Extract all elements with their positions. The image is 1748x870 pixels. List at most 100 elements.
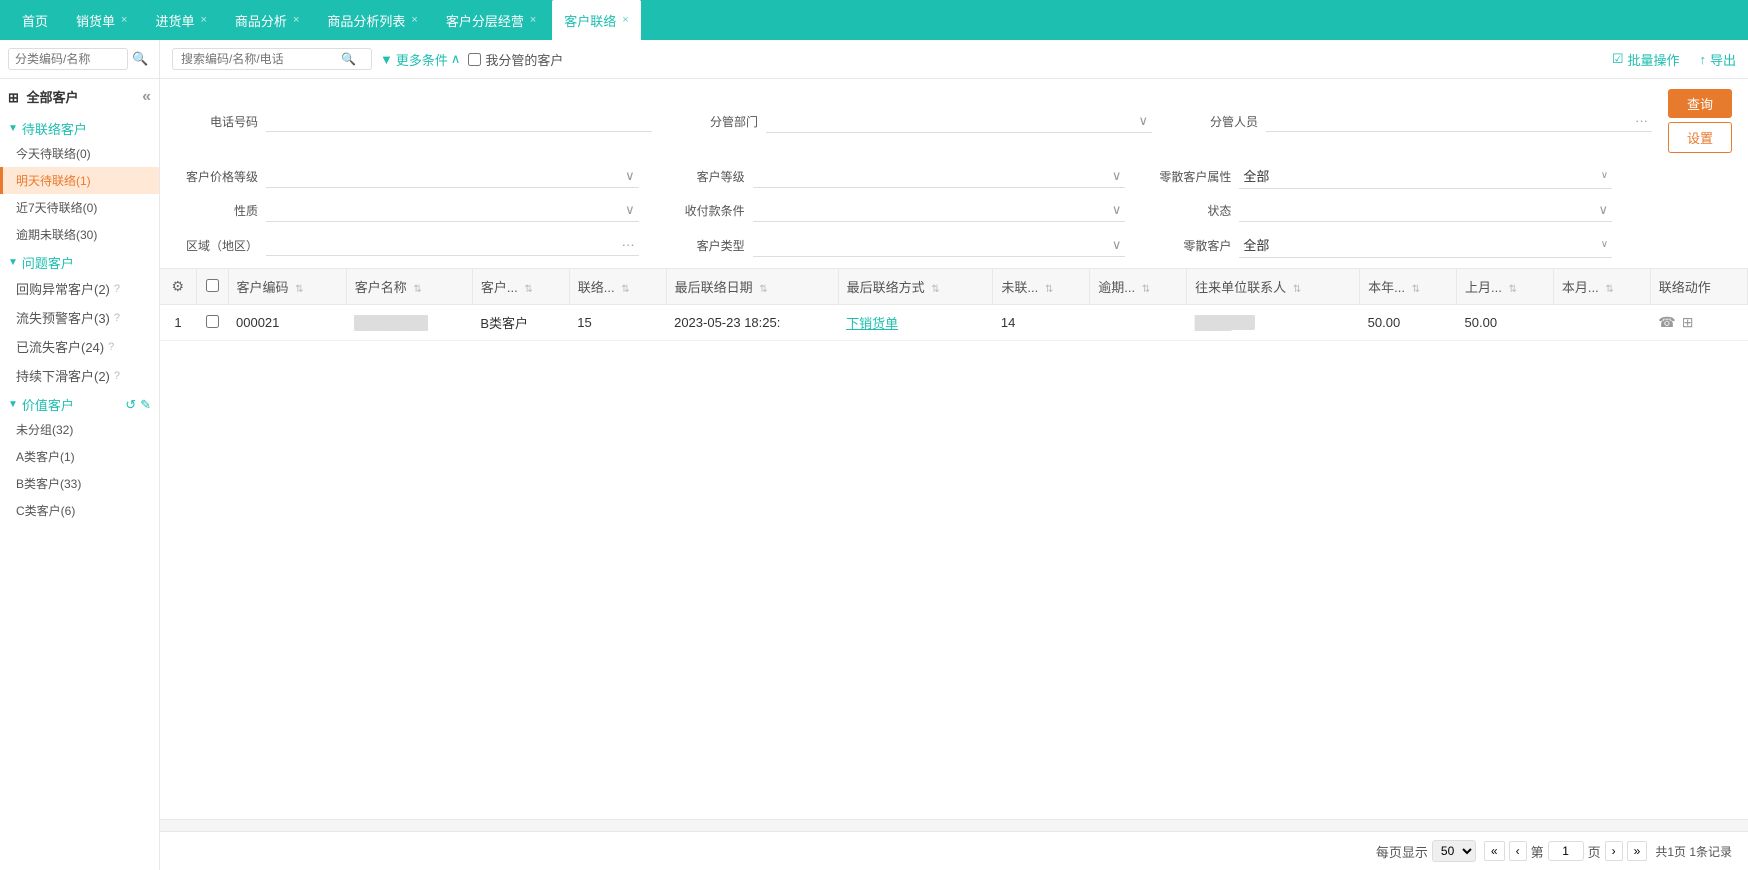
sidebar-item-value-未分组(32)[interactable]: 未分组(32) [0,416,159,443]
close-icon[interactable]: × [622,14,628,26]
status-select[interactable]: ∨ [1239,199,1612,222]
sidebar-search-input[interactable] [8,48,128,70]
sort-icon-person[interactable]: ⇅ [1293,284,1301,295]
retail-attr-select[interactable]: 全部 ∨ [1239,163,1612,189]
phone-input[interactable] [266,111,652,132]
sidebar-item-value-A类客户(1)[interactable]: A类客户(1) [0,443,159,470]
nav-item-商品分析列表[interactable]: 商品分析列表× [315,0,429,40]
first-page-btn[interactable]: « [1484,841,1505,861]
phone-label: 电话号码 [176,113,266,130]
sort-icon-year[interactable]: ⇅ [1412,284,1420,295]
sort-icon-code[interactable]: ⇅ [295,284,303,295]
close-icon[interactable]: × [411,14,417,26]
sort-icon-overdue[interactable]: ⇅ [1142,284,1150,295]
per-page-select[interactable]: 50 [1432,840,1476,862]
close-icon[interactable]: × [293,14,299,26]
customer-level-select[interactable]: ∨ [753,165,1126,188]
refresh-icon[interactable]: ↺ [125,397,136,413]
sidebar-search-icon[interactable]: 🔍 [132,51,148,67]
sort-icon-type[interactable]: ⇅ [524,284,532,295]
payment-select[interactable]: ∨ [753,199,1126,222]
main-table: ⚙ 客户编码 ⇅ 客户名称 ⇅ [160,269,1748,341]
prev-page-btn[interactable]: ‹ [1509,841,1527,861]
query-button[interactable]: 查询 [1668,89,1732,118]
sidebar-item-pending-今天待联络(0)[interactable]: 今天待联络(0) [0,140,159,167]
filter-btn[interactable]: ▼ 更多条件 ∧ [380,50,460,69]
select-all-checkbox[interactable] [206,279,219,292]
price-level-select[interactable]: ∨ [266,165,639,188]
nav-item-客户联络[interactable]: 客户联络× [552,0,640,40]
status-label: 状态 [1149,202,1239,219]
sort-icon-name[interactable]: ⇅ [413,284,421,295]
cell-type: B类客户 [472,305,569,341]
retail-select[interactable]: 全部 ∨ [1239,232,1612,258]
sidebar-search-area: 🔍 [0,40,159,79]
last-page-btn[interactable]: » [1627,841,1648,861]
arrow-icon: ▼ [8,257,18,268]
sidebar-item-pending-近7天待联络(0)[interactable]: 近7天待联络(0) [0,194,159,221]
search-icon[interactable]: 🔍 [341,52,356,66]
page-input[interactable] [1548,841,1584,861]
reset-button[interactable]: 设置 [1668,122,1732,153]
bottom-scrollbar[interactable] [160,819,1748,831]
table-head: ⚙ 客户编码 ⇅ 客户名称 ⇅ [160,269,1748,305]
sidebar-item-value-C类客户(6)[interactable]: C类客户(6) [0,497,159,524]
nav-item-客户分层经营[interactable]: 客户分层经营× [434,0,548,40]
close-icon[interactable]: × [121,14,127,26]
sort-icon-no-contact[interactable]: ⇅ [1045,284,1053,295]
sidebar-collapse-icon[interactable]: « [142,88,151,106]
top-nav: 首页销货单×进货单×商品分析×商品分析列表×客户分层经营×客户联络× [0,0,1748,40]
search-bar: 🔍 ▼ 更多条件 ∧ 我分管的客户 ☑ 批量操作 ↑ 导出 [160,40,1748,79]
sidebar-group-problem[interactable]: ▼问题客户 [0,248,159,274]
sidebar-group-value[interactable]: ▼价值客户↺✎ [0,390,159,416]
sidebar-item-problem-流失预警客户(3)[interactable]: 流失预警客户(3)? [0,303,159,332]
th-checkbox [196,269,228,305]
next-page-btn[interactable]: › [1605,841,1623,861]
region-select[interactable]: ··· [266,234,639,256]
close-icon[interactable]: × [530,14,536,26]
sidebar-item-problem-回购异常客户(2)[interactable]: 回购异常客户(2)? [0,274,159,303]
settings-icon[interactable]: ⚙ [171,278,184,294]
cell-overdue [1090,305,1187,341]
cell-last-month: 50.00 [1457,305,1554,341]
chevron-down-icon: ∨ [1138,113,1148,129]
action-grid-icon[interactable]: ⊞ [1682,314,1694,331]
manager-select[interactable]: ··· [1266,110,1652,132]
total-label: 共1页 1条记录 [1655,843,1732,860]
sidebar-item-problem-已流失客户(24)[interactable]: 已流失客户(24)? [0,332,159,361]
sort-icon-contact[interactable]: ⇅ [621,284,629,295]
sidebar-group-pending[interactable]: ▼待联络客户 [0,114,159,140]
sidebar-item-pending-逾期未联络(30)[interactable]: 逾期未联络(30) [0,221,159,248]
nav-item-销货单[interactable]: 销货单× [64,0,139,40]
sidebar-item-problem-持续下滑客户(2)[interactable]: 持续下滑客户(2)? [0,361,159,390]
close-icon[interactable]: × [200,14,206,26]
sidebar-all-customers[interactable]: ⊞ 全部客户 « [0,79,159,114]
action-phone-icon[interactable]: ☎ [1658,314,1675,331]
row-checkbox[interactable] [206,315,219,328]
sort-icon-method[interactable]: ⇅ [931,284,939,295]
search-input[interactable] [181,52,341,66]
nav-item-商品分析[interactable]: 商品分析× [223,0,311,40]
retail-attr-field: 零散客户属性 全部 ∨ [1149,163,1612,189]
dept-select[interactable]: ∨ [766,110,1152,133]
chevron-down-icon7: ∨ [1599,202,1609,218]
my-customer-check[interactable]: 我分管的客户 [468,50,563,69]
export-btn[interactable]: ↑ 导出 [1699,50,1736,69]
nav-item-进货单[interactable]: 进货单× [143,0,218,40]
payment-field: 收付款条件 ∨ [663,199,1126,222]
sort-icon-this-month[interactable]: ⇅ [1605,284,1613,295]
action-buttons: 查询 设置 [1668,89,1732,153]
my-customer-checkbox[interactable] [468,53,481,66]
sidebar-item-value-B类客户(33)[interactable]: B类客户(33) [0,470,159,497]
edit-icon[interactable]: ✎ [140,397,151,413]
region-label: 区域（地区） [176,237,266,254]
sort-icon-last-month[interactable]: ⇅ [1509,284,1517,295]
nav-item-首页[interactable]: 首页 [10,0,60,40]
nature-select[interactable]: ∨ [266,199,639,222]
customer-type-select[interactable]: ∨ [753,234,1126,257]
sidebar-item-pending-明天待联络(1)[interactable]: 明天待联络(1) [0,167,159,194]
sort-icon-last-date[interactable]: ⇅ [759,284,767,295]
batch-ops-btn[interactable]: ☑ 批量操作 [1612,50,1680,69]
last-contact-method-link[interactable]: 下销货单 [846,316,898,331]
col-code-label: 客户编码 [237,280,289,295]
